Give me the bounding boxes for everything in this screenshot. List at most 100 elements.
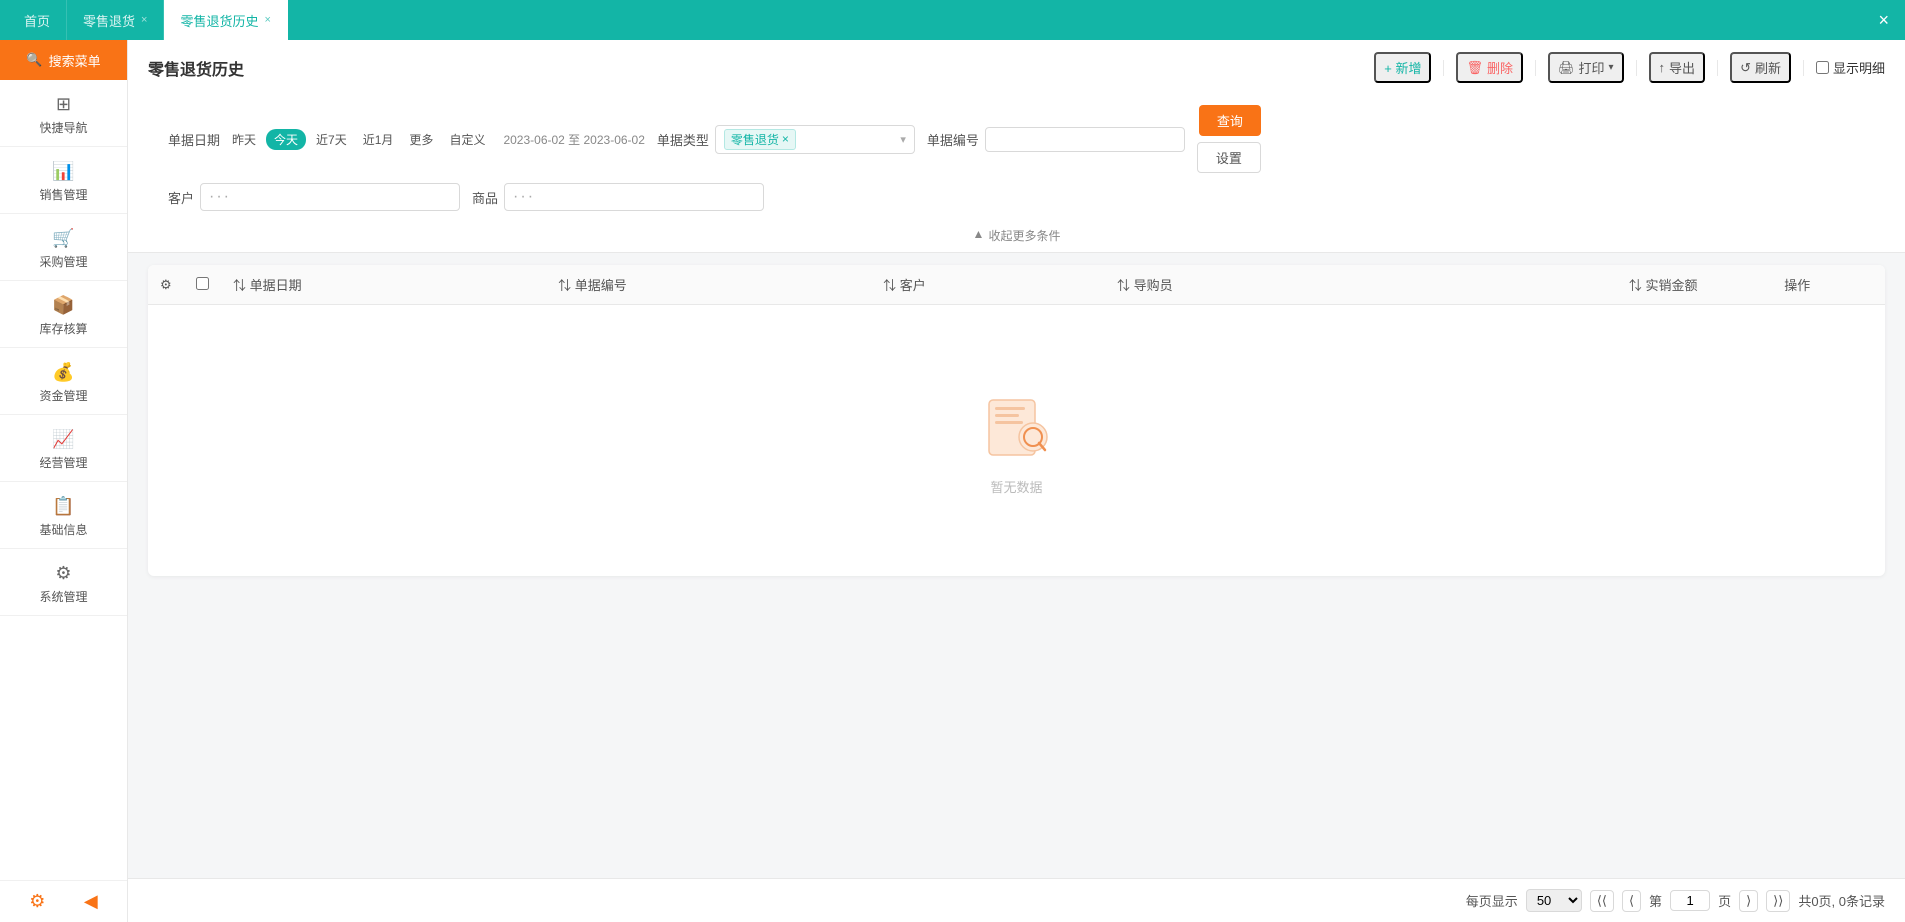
page-number-input[interactable] — [1670, 890, 1710, 911]
docno-input[interactable] — [985, 127, 1185, 152]
filter-row-1: 单据日期 昨天 今天 近7天 近1月 更多 自定义 2023-06-02 至 2… — [168, 105, 1865, 173]
date-shortcuts: 昨天 今天 近7天 近1月 更多 自定义 — [226, 129, 491, 150]
add-button[interactable]: + 新增 — [1374, 52, 1431, 83]
page-first-btn[interactable]: ⟨⟨ — [1590, 890, 1614, 912]
filter-row-2: 客户 ··· 商品 ··· — [168, 183, 1865, 211]
export-icon: ↑ — [1659, 60, 1666, 75]
toolbar-divider-2 — [1535, 60, 1536, 76]
tab-list: 首页 零售退货 × 零售退货历史 × — [8, 0, 1878, 40]
th-doc-no[interactable]: ⇅ 单据编号 — [546, 265, 871, 305]
toolbar-divider-5 — [1803, 60, 1804, 76]
page-next-btn[interactable]: ⟩ — [1739, 890, 1758, 912]
inventory-icon: 📦 — [52, 295, 74, 316]
operation-icon: 📈 — [52, 429, 74, 450]
export-button[interactable]: ↑ 导出 — [1649, 52, 1706, 83]
th-checkbox[interactable] — [184, 265, 221, 305]
table-body: 暂无数据 — [148, 305, 1885, 577]
purchase-icon: 🛒 — [52, 228, 74, 249]
sidebar-item-basic-info[interactable]: 📋 基础信息 — [0, 482, 127, 549]
toolbar-divider-4 — [1717, 60, 1718, 76]
query-btn-group: 查询 设置 — [1197, 105, 1261, 173]
filter-settings-button[interactable]: 设置 — [1197, 142, 1261, 173]
type-tag: 零售退货 × — [724, 129, 796, 150]
tab-retail-return-history[interactable]: 零售退货历史 × — [164, 0, 287, 40]
type-select[interactable]: 零售退货 × ▾ — [715, 125, 915, 154]
tab-close-retail-return-history[interactable]: × — [264, 14, 270, 26]
filter-type-item: 单据类型 零售退货 × ▾ — [657, 125, 915, 154]
delete-button[interactable]: 🗑 删除 — [1456, 52, 1523, 83]
tab-close-retail-return[interactable]: × — [141, 14, 147, 26]
refresh-icon: ↺ — [1740, 60, 1751, 76]
empty-state-icon — [977, 385, 1057, 465]
query-button[interactable]: 查询 — [1199, 105, 1261, 136]
th-settings[interactable]: ⚙ — [148, 265, 184, 305]
tab-home[interactable]: 首页 — [8, 0, 67, 40]
customer-dots: ··· — [209, 188, 231, 206]
top-bar-close[interactable]: × — [1878, 10, 1905, 31]
settings-icon[interactable]: ⚙ — [160, 277, 172, 292]
th-actual-amount: ⇅ 实销金额 — [1384, 265, 1709, 305]
goods-dots: ··· — [513, 188, 535, 206]
date-more[interactable]: 更多 — [403, 129, 439, 150]
date-custom[interactable]: 自定义 — [443, 129, 491, 150]
th-guide[interactable]: ⇅ 导购员 — [1105, 265, 1384, 305]
collapse-bar[interactable]: ▲ 收起更多条件 — [168, 221, 1865, 252]
sidebar-search[interactable]: 🔍 搜索菜单 — [0, 40, 127, 80]
data-table: ⚙ ⇅ 单据日期 ⇅ 单据编号 — [148, 265, 1885, 576]
print-icon: 🖨 — [1558, 60, 1575, 76]
toolbar: + 新增 🗑 删除 🖨 打印 ▾ ↑ — [1374, 52, 1885, 83]
settings-bottom-icon[interactable]: ⚙ — [29, 891, 45, 912]
total-label: 共0页, 0条记录 — [1798, 891, 1885, 910]
pagination-bar: 每页显示 20 50 100 ⟨⟨ ⟨ 第 页 ⟩ ⟩⟩ 共0页, 0条记录 — [128, 878, 1905, 922]
empty-text: 暂无数据 — [990, 477, 1042, 496]
customer-label: 客户 — [168, 188, 194, 207]
sidebar-item-system-mgmt[interactable]: ⚙ 系统管理 — [0, 549, 127, 616]
sidebar-bottom: ⚙ ◀ — [0, 880, 127, 922]
collapse-sidebar-icon[interactable]: ◀ — [84, 891, 98, 912]
refresh-button[interactable]: ↺ 刷新 — [1730, 52, 1791, 83]
sidebar-item-sales-mgmt[interactable]: 📊 销售管理 — [0, 147, 127, 214]
toolbar-divider-3 — [1636, 60, 1637, 76]
sidebar-item-purchase-mgmt[interactable]: 🛒 采购管理 — [0, 214, 127, 281]
select-all-checkbox[interactable] — [196, 277, 209, 290]
th-doc-date[interactable]: ⇅ 单据日期 — [221, 265, 546, 305]
sidebar-item-operation-mgmt[interactable]: 📈 经营管理 — [0, 415, 127, 482]
date-7days[interactable]: 近7天 — [310, 129, 353, 150]
empty-state: 暂无数据 — [148, 305, 1885, 576]
tab-retail-return[interactable]: 零售退货 × — [67, 0, 164, 40]
date-today[interactable]: 今天 — [266, 129, 306, 150]
sidebar-item-capital-mgmt[interactable]: 💰 资金管理 — [0, 348, 127, 415]
goods-input[interactable]: ··· — [504, 183, 764, 211]
table-header: ⚙ ⇅ 单据日期 ⇅ 单据编号 — [148, 265, 1885, 305]
search-icon: 🔍 — [26, 52, 42, 68]
docno-label: 单据编号 — [927, 130, 979, 149]
th-customer[interactable]: ⇅ 客户 — [871, 265, 1105, 305]
content-area: 零售退货历史 + 新增 🗑 删除 🖨 打印 ▾ — [128, 40, 1905, 922]
main-layout: 🔍 搜索菜单 ⊞ 快捷导航 📊 销售管理 🛒 采购管理 📦 库存核算 💰 资金管… — [0, 40, 1905, 922]
goods-label: 商品 — [472, 188, 498, 207]
system-icon: ⚙ — [55, 563, 71, 584]
customer-input[interactable]: ··· — [200, 183, 460, 211]
page-last-btn[interactable]: ⟩⟩ — [1766, 890, 1790, 912]
sidebar-item-quick-nav[interactable]: ⊞ 快捷导航 — [0, 80, 127, 147]
page-size-label: 每页显示 — [1466, 891, 1518, 910]
table-area: ⚙ ⇅ 单据日期 ⇅ 单据编号 — [128, 253, 1905, 878]
page-size-select[interactable]: 20 50 100 — [1526, 889, 1582, 912]
basic-info-icon: 📋 — [52, 496, 74, 517]
filter-date-range-item: 2023-06-02 至 2023-06-02 — [503, 131, 644, 148]
sidebar-item-inventory[interactable]: 📦 库存核算 — [0, 281, 127, 348]
date-yesterday[interactable]: 昨天 — [226, 129, 262, 150]
th-operation: 操作 — [1709, 265, 1885, 305]
show-detail-checkbox[interactable] — [1816, 61, 1829, 74]
filter-goods-item: 商品 ··· — [472, 183, 764, 211]
type-tag-close-icon[interactable]: × — [782, 132, 789, 146]
show-detail-checkbox-label[interactable]: 显示明细 — [1816, 58, 1885, 77]
print-button[interactable]: 🖨 打印 ▾ — [1548, 52, 1624, 83]
date-range-display: 2023-06-02 至 2023-06-02 — [503, 131, 644, 148]
collapse-icon: ▲ — [973, 227, 985, 244]
type-select-chevron-icon: ▾ — [900, 133, 906, 146]
type-label: 单据类型 — [657, 130, 709, 149]
date-1month[interactable]: 近1月 — [357, 129, 400, 150]
filter-area: 单据日期 昨天 今天 近7天 近1月 更多 自定义 2023-06-02 至 2… — [148, 95, 1885, 252]
page-prev-btn[interactable]: ⟨ — [1622, 890, 1641, 912]
